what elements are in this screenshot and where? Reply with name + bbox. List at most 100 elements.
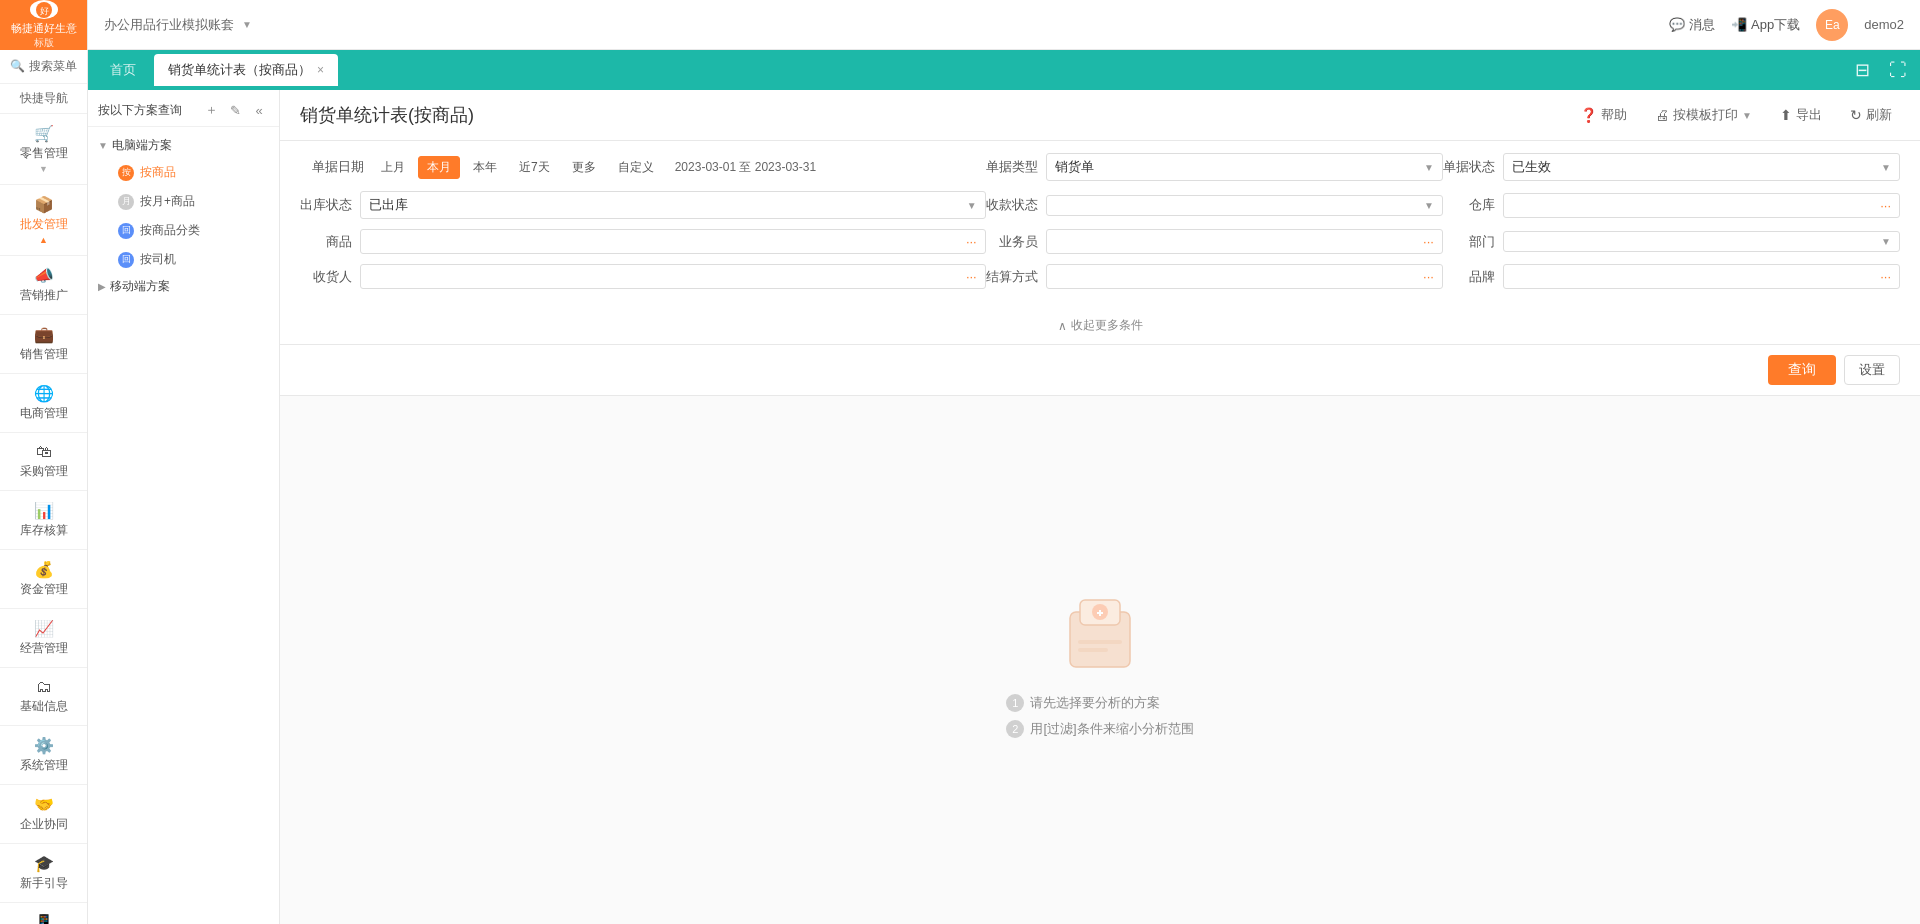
- add-scheme-btn[interactable]: ＋: [201, 100, 221, 120]
- salesperson-dots[interactable]: ···: [1423, 234, 1434, 249]
- filter-row-4: 收货人 ··· 结算方式 ··· 品牌: [300, 264, 1900, 289]
- help-label: 帮助: [1601, 106, 1627, 124]
- sidebar-item-basic[interactable]: 🗂 基础信息: [0, 668, 87, 726]
- app-download-btn[interactable]: 📲 App下载: [1731, 16, 1800, 34]
- sidebar-item-wholesale[interactable]: 📦 批发管理 ▲: [0, 185, 87, 256]
- tab-close-icon[interactable]: ×: [317, 63, 324, 77]
- quick-nav[interactable]: 快捷导航: [0, 84, 87, 114]
- warehouse-input[interactable]: ···: [1503, 193, 1900, 218]
- tree-child-category[interactable]: 回 按商品分类: [88, 216, 279, 245]
- date-buttons: 上月 本月 本年 近7天 更多 自定义: [372, 156, 663, 179]
- tree-child-month-goods[interactable]: 月 按月+商品: [88, 187, 279, 216]
- date-btn-7days[interactable]: 近7天: [510, 156, 559, 179]
- sidebar-item-finance[interactable]: 💰 资金管理: [0, 550, 87, 609]
- sidebar-item-marketing[interactable]: 📣 营销推广: [0, 256, 87, 315]
- query-button[interactable]: 查询: [1768, 355, 1836, 385]
- settle-select[interactable]: ···: [1046, 264, 1443, 289]
- doctype-select[interactable]: 销货单 ▼: [1046, 153, 1443, 181]
- tab-controls: ⊟ ⛶: [1848, 56, 1912, 84]
- inventory-label: 库存核算: [20, 522, 68, 539]
- goods-dots[interactable]: ···: [966, 234, 977, 249]
- app-logo[interactable]: 好 畅捷通好生意 标版: [0, 0, 87, 50]
- outstatus-select[interactable]: 已出库 ▼: [360, 191, 986, 219]
- sidebar-item-retail[interactable]: 🛒 零售管理 ▼: [0, 114, 87, 185]
- help-btn[interactable]: ❓ 帮助: [1572, 102, 1635, 128]
- sidebar-item-operation[interactable]: 📈 经营管理: [0, 609, 87, 668]
- settle-dots[interactable]: ···: [1423, 269, 1434, 284]
- sidebar-item-appstore[interactable]: 📱 应用中心: [0, 903, 87, 924]
- refresh-btn[interactable]: ↻ 刷新: [1842, 102, 1900, 128]
- filter-col-doctype: 单据类型 销货单 ▼: [986, 153, 1443, 181]
- settings-button[interactable]: 设置: [1844, 355, 1900, 385]
- app-download-label: App下载: [1751, 16, 1800, 34]
- collapse-panel-btn[interactable]: «: [249, 100, 269, 120]
- brand-input[interactable]: ···: [1503, 264, 1900, 289]
- print-label: 按模板打印: [1673, 106, 1738, 124]
- docstatus-label: 单据状态: [1443, 158, 1503, 176]
- tree-mobile-parent[interactable]: ▶ 移动端方案: [88, 274, 279, 299]
- tab-home[interactable]: 首页: [96, 54, 150, 86]
- empty-hint-2: 2 用[过滤]条件来缩小分析范围: [1006, 720, 1193, 738]
- goods-label: 商品: [300, 233, 360, 251]
- industry-dropdown-icon[interactable]: ▼: [242, 19, 252, 30]
- salesperson-input[interactable]: ···: [1046, 229, 1443, 254]
- brand-dots[interactable]: ···: [1880, 269, 1891, 284]
- driver-icon: 回: [118, 252, 134, 268]
- operation-icon: 📈: [34, 619, 54, 638]
- header-left: 办公用品行业模拟账套 ▼: [104, 16, 252, 34]
- tree-expand-icon: ▼: [98, 140, 108, 151]
- purchase-label: 采购管理: [20, 463, 68, 480]
- filter-section: 单据日期 上月 本月 本年 近7天 更多 自定义 2023-03-01 至 20…: [280, 141, 1920, 311]
- date-btn-this-month[interactable]: 本月: [418, 156, 460, 179]
- docstatus-select[interactable]: 已生效 ▼: [1503, 153, 1900, 181]
- sidebar-item-newbie[interactable]: 🎓 新手引导: [0, 844, 87, 903]
- hint-text-1: 请先选择要分析的方案: [1030, 694, 1160, 712]
- recipient-dots[interactable]: ···: [966, 269, 977, 284]
- sidebar-item-sales[interactable]: 💼 销售管理: [0, 315, 87, 374]
- print-btn[interactable]: 🖨 按模板打印 ▼: [1647, 102, 1760, 128]
- left-panel-title: 按以下方案查询: [98, 102, 182, 119]
- filter-col-receiptstatus: 收款状态 ▼: [986, 195, 1443, 216]
- left-panel-header: 按以下方案查询 ＋ ✎ «: [88, 90, 279, 127]
- edit-scheme-btn[interactable]: ✎: [225, 100, 245, 120]
- tab-current[interactable]: 销货单统计表（按商品） ×: [154, 54, 338, 86]
- collapse-label: 收起更多条件: [1071, 317, 1143, 334]
- sidebar-item-inventory[interactable]: 📊 库存核算: [0, 491, 87, 550]
- sales-icon: 💼: [34, 325, 54, 344]
- date-btn-this-year[interactable]: 本年: [464, 156, 506, 179]
- svg-rect-7: [1078, 640, 1122, 644]
- tree-child-by-goods[interactable]: 按 按商品: [88, 158, 279, 187]
- date-label: 单据日期: [300, 158, 372, 176]
- tab-expand-btn[interactable]: ⛶: [1884, 56, 1912, 84]
- sidebar-item-ecommerce[interactable]: 🌐 电商管理: [0, 374, 87, 433]
- doctype-label: 单据类型: [986, 158, 1046, 176]
- receiptstatus-select[interactable]: ▼: [1046, 195, 1443, 216]
- collapse-btn[interactable]: ∧ 收起更多条件: [1058, 317, 1143, 334]
- marketing-icon: 📣: [34, 266, 54, 285]
- wholesale-arrow: ▲: [39, 235, 48, 245]
- retail-label: 零售管理: [20, 145, 68, 162]
- tab-minimize-btn[interactable]: ⊟: [1848, 56, 1876, 84]
- date-btn-more[interactable]: 更多: [563, 156, 605, 179]
- message-btn[interactable]: 💬 消息: [1669, 16, 1715, 34]
- tree-desktop-parent[interactable]: ▼ 电脑端方案: [88, 133, 279, 158]
- search-menu[interactable]: 🔍 搜索菜单: [0, 50, 87, 84]
- print-dropdown-icon[interactable]: ▼: [1742, 110, 1752, 121]
- content-area: 按以下方案查询 ＋ ✎ « ▼ 电脑端方案 按 按商品 月 按月: [88, 90, 1920, 924]
- user-avatar[interactable]: Ea: [1816, 9, 1848, 41]
- brand-label: 品牌: [1443, 268, 1503, 286]
- export-label: 导出: [1796, 106, 1822, 124]
- sidebar-item-enterprise[interactable]: 🤝 企业协同: [0, 785, 87, 844]
- marketing-label: 营销推广: [20, 287, 68, 304]
- sidebar-item-system[interactable]: ⚙️ 系统管理: [0, 726, 87, 785]
- date-btn-custom[interactable]: 自定义: [609, 156, 663, 179]
- date-btn-last-month[interactable]: 上月: [372, 156, 414, 179]
- goods-input[interactable]: ···: [360, 229, 986, 254]
- tree-child-driver[interactable]: 回 按司机: [88, 245, 279, 274]
- recipient-input[interactable]: ···: [360, 264, 986, 289]
- retail-icon: 🛒: [34, 124, 54, 143]
- dept-select[interactable]: ▼: [1503, 231, 1900, 252]
- warehouse-dots[interactable]: ···: [1880, 198, 1891, 213]
- sidebar-item-purchase[interactable]: 🛍 采购管理: [0, 433, 87, 491]
- export-btn[interactable]: ⬆ 导出: [1772, 102, 1830, 128]
